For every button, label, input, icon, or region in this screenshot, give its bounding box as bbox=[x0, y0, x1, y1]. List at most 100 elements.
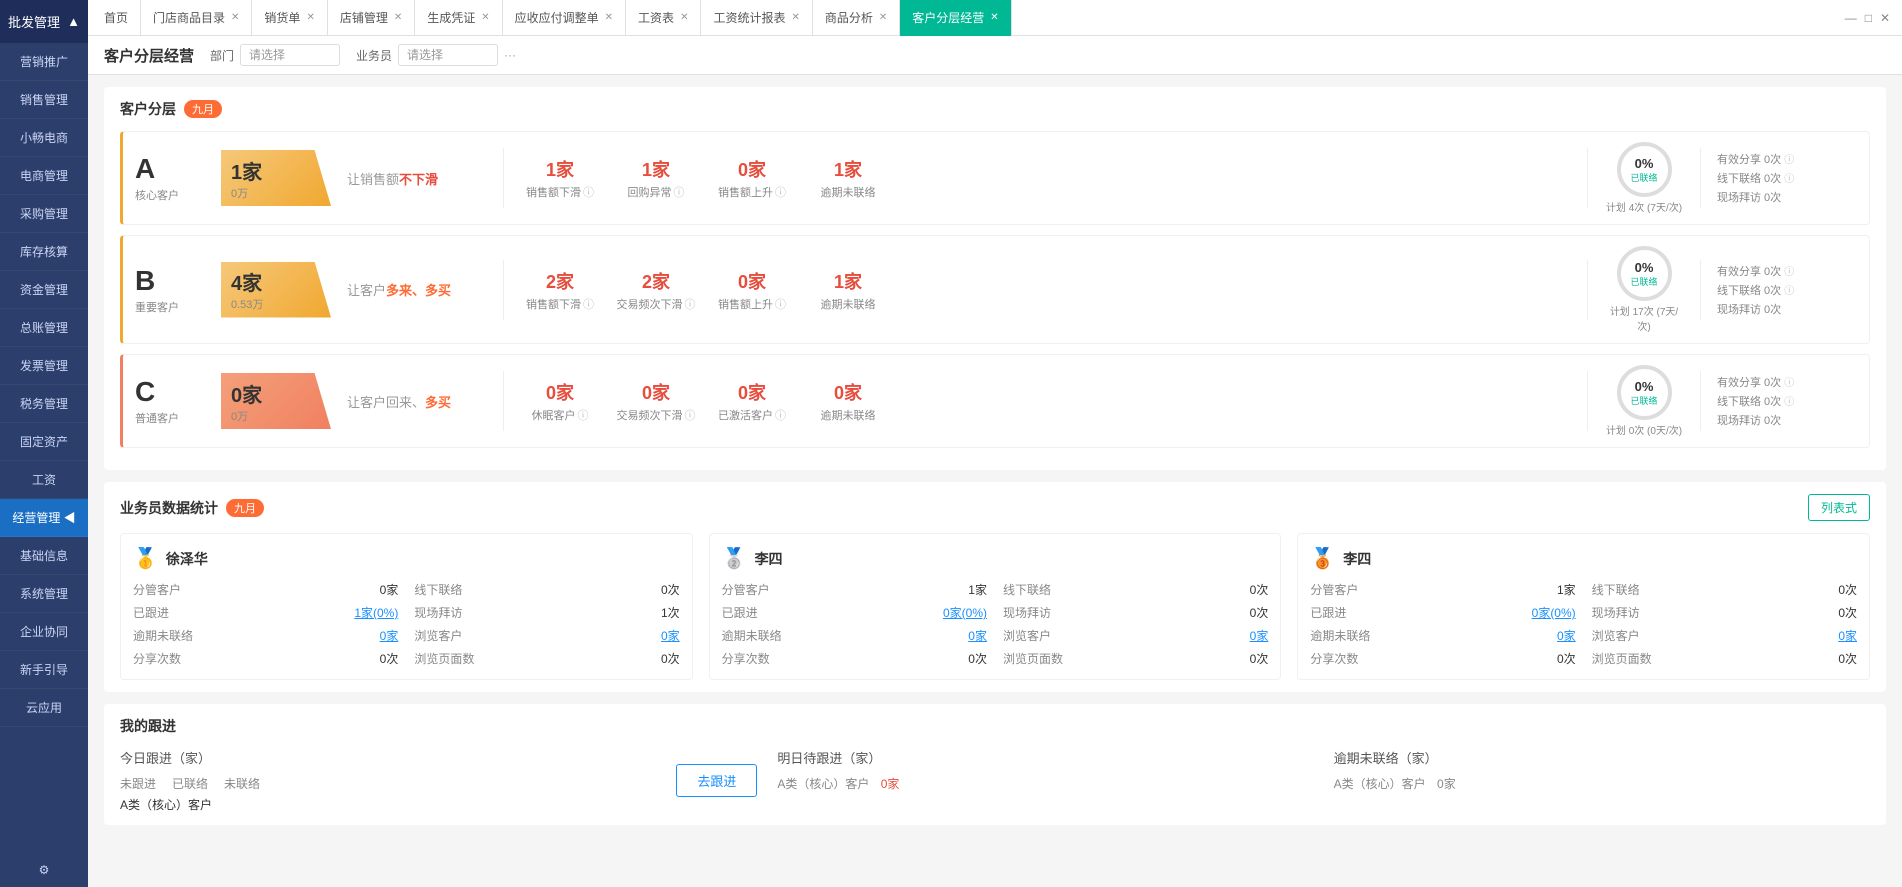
tier-a-stats: 1家 销售额下滑 ⓘ 1家 回购异常 ⓘ 0家 销售额上升 ⓘ 1家 逾期未联络 bbox=[520, 156, 1571, 200]
tomorrow-count: 0家 bbox=[881, 777, 900, 791]
goto-follow-btn-col: 去跟进 bbox=[676, 748, 757, 797]
window-max-icon[interactable]: □ bbox=[1865, 11, 1872, 25]
tab-应收应付调整单[interactable]: 应收应付调整单 ✕ bbox=[503, 0, 626, 36]
sidebar-item-资金管理[interactable]: 资金管理 bbox=[0, 271, 88, 309]
tab-生成凭证[interactable]: 生成凭证 ✕ bbox=[415, 0, 502, 36]
sidebar-item-税务管理[interactable]: 税务管理 bbox=[0, 385, 88, 423]
sales-stat-row: 现场拜访 1次 bbox=[414, 604, 679, 621]
sidebar-header[interactable]: 批发管理 ▲ bbox=[0, 0, 88, 43]
sidebar-item-新手引导[interactable]: 新手引导 bbox=[0, 651, 88, 689]
sidebar-item-固定资产[interactable]: 固定资产 bbox=[0, 423, 88, 461]
tomorrow-follow-col: 明日待跟进（家） A类（核心）客户 0家 bbox=[777, 748, 1313, 792]
sales-stat-row: 分享次数 0次 bbox=[722, 650, 987, 667]
tab-close-应收应付调整单[interactable]: ✕ bbox=[605, 12, 613, 23]
sidebar-item-销售管理[interactable]: 销售管理 bbox=[0, 81, 88, 119]
salesperson-filter-group: 业务员 请选择 ··· bbox=[356, 44, 516, 66]
tab-close-客户分层经营[interactable]: ✕ bbox=[990, 12, 998, 23]
sidebar-item-工资[interactable]: 工资 bbox=[0, 461, 88, 499]
tab-close-销货单[interactable]: ✕ bbox=[306, 12, 314, 23]
sidebar-item-采购管理[interactable]: 采购管理 bbox=[0, 195, 88, 233]
sidebar-item-小畅电商[interactable]: 小畅电商 bbox=[0, 119, 88, 157]
stat-a-3[interactable]: 0家 销售额上升 ⓘ bbox=[712, 156, 792, 200]
sidebar-collapse-icon[interactable]: ▲ bbox=[67, 14, 80, 29]
sidebar-item-企业协同[interactable]: 企业协同 bbox=[0, 613, 88, 651]
stat-c-3[interactable]: 0家 已激活客户 ⓘ bbox=[712, 379, 792, 423]
today-follow-col: 今日跟进（家） 未跟进 已联络 未联络 A类（核心）客户 bbox=[120, 748, 656, 813]
tab-商品分析[interactable]: 商品分析 ✕ bbox=[813, 0, 900, 36]
stat-b-2[interactable]: 2家 交易频次下滑 ⓘ bbox=[616, 268, 696, 312]
tab-close-商品分析[interactable]: ✕ bbox=[879, 12, 887, 23]
stat-a-1[interactable]: 1家 销售额下滑 ⓘ bbox=[520, 156, 600, 200]
sidebar-item-发票管理[interactable]: 发票管理 bbox=[0, 347, 88, 385]
tab-close-生成凭证[interactable]: ✕ bbox=[481, 12, 489, 23]
tab-店铺管理[interactable]: 店铺管理 ✕ bbox=[328, 0, 415, 36]
stat-b-4[interactable]: 1家 逾期未联络 bbox=[808, 268, 888, 312]
sales-stat-row: 线下联络 0次 bbox=[1592, 581, 1857, 598]
sales-card-3: 🥉 李四 分管客户 1家 线下联络 0次 已跟进 bbox=[1297, 533, 1870, 680]
sidebar: 批发管理 ▲ 营销推广 销售管理 小畅电商 电商管理 采购管理 库存核算 资金管… bbox=[0, 0, 88, 887]
tab-门店商品目录[interactable]: 门店商品目录 ✕ bbox=[141, 0, 252, 36]
follow-header-已联络: 已联络 bbox=[172, 775, 208, 792]
sidebar-item-基础信息[interactable]: 基础信息 bbox=[0, 537, 88, 575]
sub-header: 客户分层经营 部门 请选择 业务员 请选择 ··· bbox=[88, 36, 1902, 75]
tab-客户分层经营[interactable]: 客户分层经营 ✕ bbox=[900, 0, 1011, 36]
sidebar-item-库存核算[interactable]: 库存核算 bbox=[0, 233, 88, 271]
salesperson-select[interactable]: 请选择 bbox=[398, 44, 498, 66]
tab-close-门店商品目录[interactable]: ✕ bbox=[231, 12, 239, 23]
sales-stat-row: 线下联络 0次 bbox=[414, 581, 679, 598]
tab-close-店铺管理[interactable]: ✕ bbox=[394, 12, 402, 23]
stat-a-4[interactable]: 1家 逾期未联络 bbox=[808, 156, 888, 200]
dept-filter-group: 部门 请选择 bbox=[210, 44, 340, 66]
stat-c-1[interactable]: 0家 休眠客户 ⓘ bbox=[520, 379, 600, 423]
dept-select[interactable]: 请选择 bbox=[240, 44, 340, 66]
tier-a-label: A 核心客户 bbox=[135, 153, 205, 203]
tab-close-工资统计报表[interactable]: ✕ bbox=[791, 12, 799, 23]
sidebar-item-总账管理[interactable]: 总账管理 bbox=[0, 309, 88, 347]
tier-row-b: B 重要客户 4家 0.53万 让客户多来、多买 2家 销售额下滑 ⓘ bbox=[120, 235, 1870, 344]
divider3 bbox=[1700, 148, 1701, 208]
tab-首页[interactable]: 首页 bbox=[92, 0, 141, 36]
sidebar-item-云应用[interactable]: 云应用 bbox=[0, 689, 88, 727]
tier-b-count[interactable]: 4家 0.53万 bbox=[221, 262, 331, 318]
tab-close-工资表[interactable]: ✕ bbox=[680, 12, 688, 23]
overdue-row: A类（核心）客户 bbox=[1334, 777, 1426, 791]
follow-columns: 今日跟进（家） 未跟进 已联络 未联络 A类（核心）客户 去跟进 明日待跟进（家… bbox=[120, 748, 1870, 813]
filter-more-icon[interactable]: ··· bbox=[504, 48, 516, 62]
divider3 bbox=[1700, 371, 1701, 431]
tab-bar: 首页 门店商品目录 ✕ 销货单 ✕ 店铺管理 ✕ 生成凭证 ✕ 应收应付调整单 … bbox=[88, 0, 1902, 36]
medal-1-icon: 🥇 bbox=[133, 546, 158, 571]
tier-c-count[interactable]: 0家 0万 bbox=[221, 373, 331, 429]
window-min-icon[interactable]: — bbox=[1845, 11, 1857, 25]
sales-stat-row: 现场拜访 0次 bbox=[1003, 604, 1268, 621]
stat-c-4[interactable]: 0家 逾期未联络 bbox=[808, 379, 888, 423]
sales-stat-row: 已跟进 1家(0%) bbox=[133, 604, 398, 621]
goto-follow-button[interactable]: 去跟进 bbox=[676, 764, 757, 797]
tier-a-right-stats: 有效分享 0次 ⓘ 线下联络 0次 ⓘ 现场拜访 0次 bbox=[1717, 151, 1857, 205]
sidebar-item-经营管理[interactable]: 经营管理 ◀ bbox=[0, 499, 88, 537]
list-view-button[interactable]: 列表式 bbox=[1808, 494, 1870, 521]
stat-c-2[interactable]: 0家 交易频次下滑 ⓘ bbox=[616, 379, 696, 423]
tab-销货单[interactable]: 销货单 ✕ bbox=[252, 0, 327, 36]
sales-stat-row: 分享次数 0次 bbox=[133, 650, 398, 667]
follow-section: 我的跟进 今日跟进（家） 未跟进 已联络 未联络 A类（核心）客户 去跟进 bbox=[104, 704, 1886, 825]
stat-a-2[interactable]: 1家 回购异常 ⓘ bbox=[616, 156, 696, 200]
window-close-icon[interactable]: ✕ bbox=[1880, 11, 1890, 25]
medal-2-icon: 🥈 bbox=[722, 546, 747, 571]
tab-工资表[interactable]: 工资表 ✕ bbox=[626, 0, 701, 36]
divider3 bbox=[1700, 260, 1701, 320]
sidebar-item-营销推广[interactable]: 营销推广 bbox=[0, 43, 88, 81]
sales-card-2: 🥈 李四 分管客户 1家 线下联络 0次 已跟进 bbox=[709, 533, 1282, 680]
salesperson-header: 业务员数据统计 九月 列表式 bbox=[120, 494, 1870, 521]
stat-b-3[interactable]: 0家 销售额上升 ⓘ bbox=[712, 268, 792, 312]
tab-工资统计报表[interactable]: 工资统计报表 ✕ bbox=[701, 0, 812, 36]
sidebar-item-系统管理[interactable]: 系统管理 bbox=[0, 575, 88, 613]
sidebar-settings[interactable]: ⚙ bbox=[0, 853, 88, 887]
stat-b-1[interactable]: 2家 销售额下滑 ⓘ bbox=[520, 268, 600, 312]
sales-stat-row: 浏览页面数 0次 bbox=[1592, 650, 1857, 667]
tier-c-circle: 0% 已联络 计划 0次 (0天/次) bbox=[1604, 365, 1684, 437]
tomorrow-row: A类（核心）客户 bbox=[777, 777, 869, 791]
tier-b-label: B 重要客户 bbox=[135, 265, 205, 315]
tier-a-count[interactable]: 1家 0万 bbox=[221, 150, 331, 206]
follow-header-未跟进: 未跟进 bbox=[120, 775, 156, 792]
sidebar-item-电商管理[interactable]: 电商管理 bbox=[0, 157, 88, 195]
